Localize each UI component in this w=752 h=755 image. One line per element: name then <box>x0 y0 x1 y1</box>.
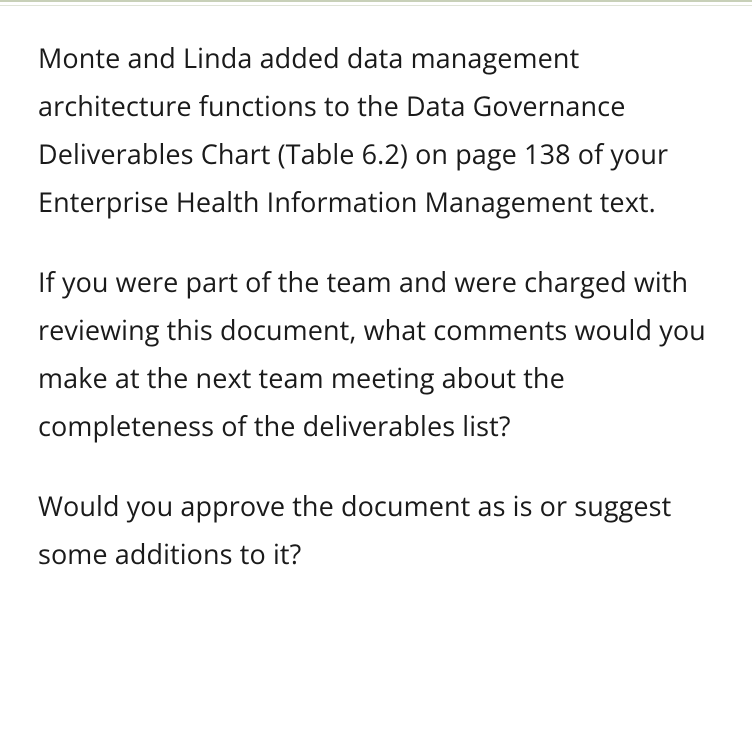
paragraph-1: Monte and Linda added data management ar… <box>38 34 714 226</box>
divider-top <box>0 0 752 2</box>
document-content: Monte and Linda added data management ar… <box>0 6 752 598</box>
paragraph-3: Would you approve the document as is or … <box>38 482 714 578</box>
paragraph-2: If you were part of the team and were ch… <box>38 258 714 450</box>
